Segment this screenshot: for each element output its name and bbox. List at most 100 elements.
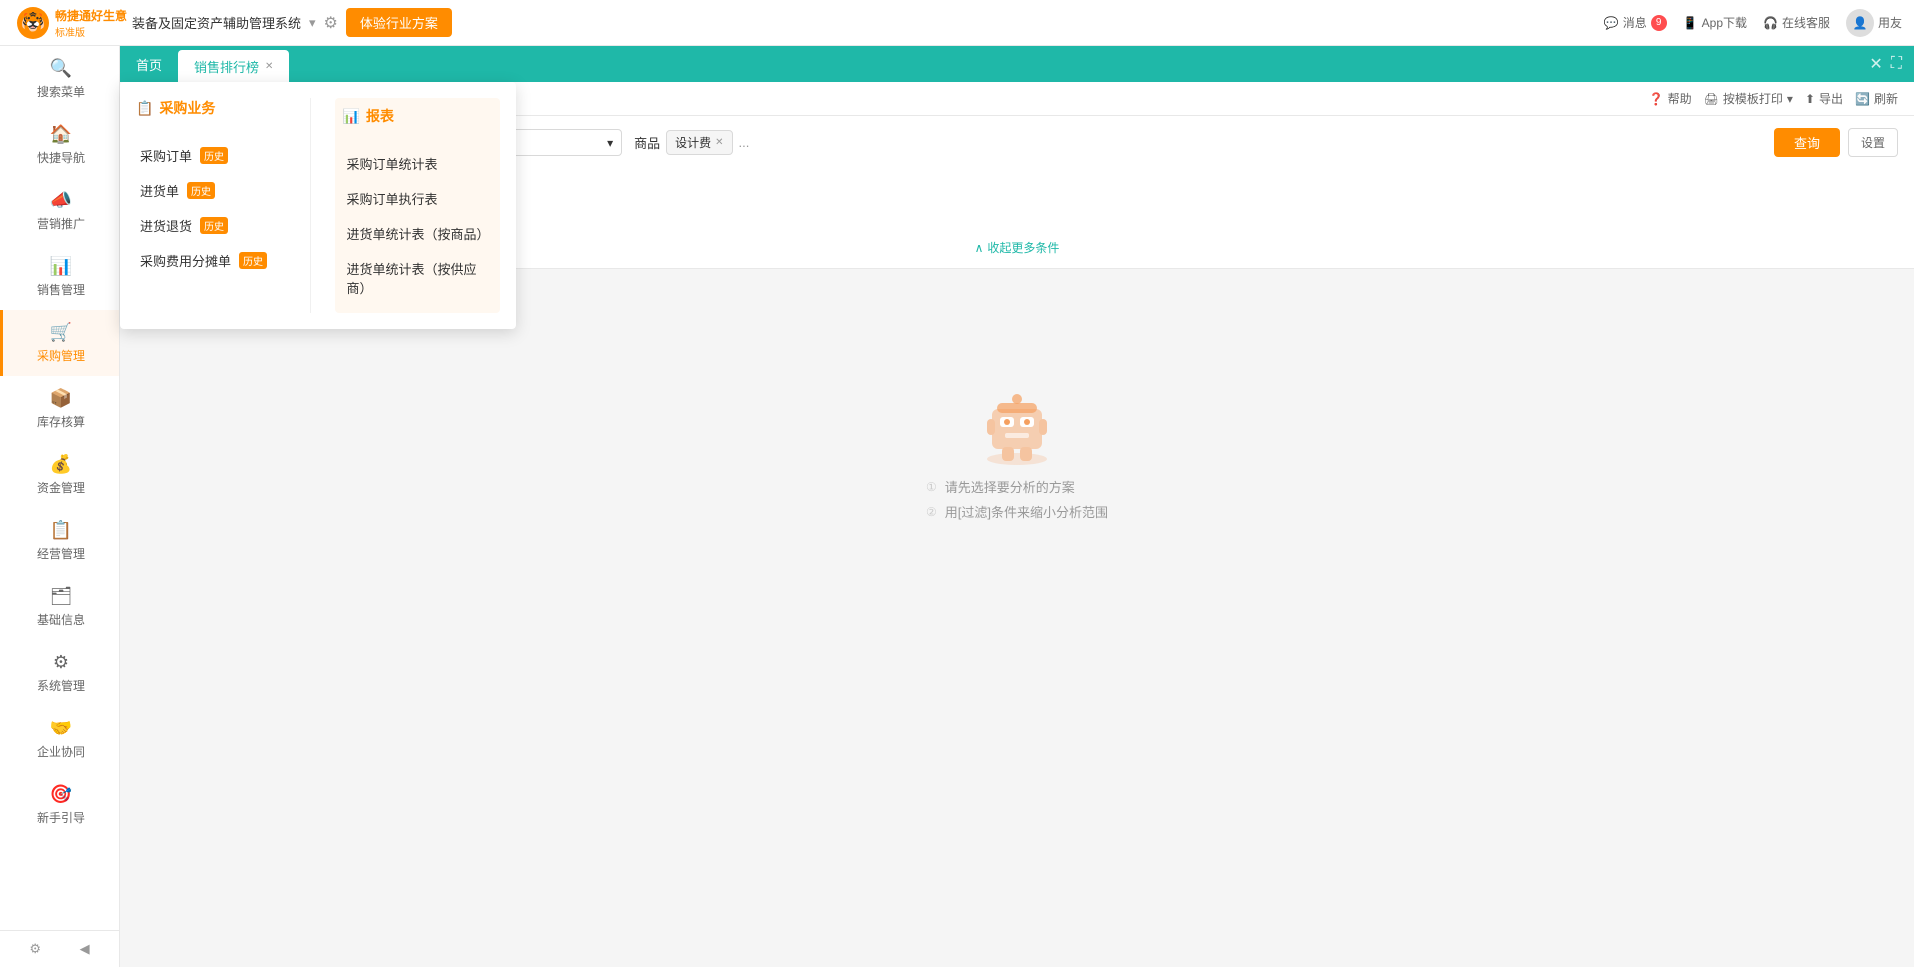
sidebar-item-operation[interactable]: 📋 经营管理 xyxy=(0,508,119,574)
empty-hint-1: 请先选择要分析的方案 xyxy=(945,477,1075,496)
message-badge: 9 xyxy=(1651,15,1667,31)
sidebar-item-finance[interactable]: 💰 资金管理 xyxy=(0,442,119,508)
system-dropdown-icon[interactable] xyxy=(309,15,316,31)
print-button[interactable]: 🖨 按模板打印 xyxy=(1704,90,1793,107)
top-bar: 🐯 畅捷通好生意 标准版 装备及固定资产辅助管理系统 ⚙ 体验行业方案 💬 消息… xyxy=(0,0,1914,46)
purchase-dropdown-menu[interactable]: 📋 采购业务 采购订单 历史 进货单 历史 进货退货 历史 采购费用分摊单 历史 xyxy=(120,82,516,329)
expense-badge: 历史 xyxy=(239,252,267,269)
report-section: 📊 报表 采购订单统计表 采购订单执行表 进货单统计表（按商品） 进货单统计表（… xyxy=(335,98,501,313)
goods-tag-close[interactable]: ✕ xyxy=(715,137,723,148)
goods-dots[interactable]: ... xyxy=(739,135,750,150)
help-button[interactable]: ❓ 帮助 xyxy=(1649,90,1692,107)
inbound-badge: 历史 xyxy=(187,182,215,199)
sidebar-item-search[interactable]: 🔍 搜索菜单 xyxy=(0,46,119,112)
headset-icon: 🎧 xyxy=(1763,16,1778,30)
chevron-up-icon: ∧ xyxy=(975,241,984,255)
system-settings-icon[interactable]: ⚙ xyxy=(324,13,338,33)
menu-item-report-1[interactable]: 采购订单统计表 xyxy=(343,146,493,181)
tab-close-icon[interactable]: ✕ xyxy=(265,61,273,72)
tab-close-all-icon[interactable]: ✕ xyxy=(1869,54,1882,74)
report-section-label: 报表 xyxy=(366,106,394,126)
sidebar-label-search: 搜索菜单 xyxy=(37,83,85,100)
collapse-button[interactable]: ∧ 收起更多条件 xyxy=(975,239,1060,256)
menu-item-report-3[interactable]: 进货单统计表（按商品） xyxy=(343,216,493,251)
sidebar-item-newbie[interactable]: 🎯 新手引导 xyxy=(0,772,119,838)
sidebar-settings-btn[interactable]: ⚙ xyxy=(29,941,41,957)
industry-button[interactable]: 体验行业方案 xyxy=(346,8,452,37)
sidebar-collapse-btn[interactable]: ◀ xyxy=(80,941,90,957)
sidebar-item-purchase[interactable]: 🛒 采购管理 xyxy=(0,310,119,376)
sidebar-item-system[interactable]: ⚙ 系统管理 xyxy=(0,640,119,706)
goods-label: 商品 xyxy=(634,133,660,152)
logo-icon: 🐯 xyxy=(17,7,49,39)
sales-icon: 📊 xyxy=(50,256,72,277)
menu-item-expense[interactable]: 采购费用分摊单 历史 xyxy=(136,243,286,278)
report-3-label: 进货单统计表（按商品） xyxy=(347,224,489,243)
empty-hint-1-row: ① 请先选择要分析的方案 xyxy=(926,477,1075,496)
newbie-icon: 🎯 xyxy=(50,784,72,805)
query-button[interactable]: 查询 xyxy=(1774,128,1840,157)
tab-home-label: 首页 xyxy=(136,55,162,74)
sidebar-item-basic[interactable]: 🗂 基础信息 xyxy=(0,574,119,640)
report-section-title: 📊 报表 xyxy=(343,106,493,134)
sidebar-label-inventory: 库存核算 xyxy=(37,413,85,430)
report-1-label: 采购订单统计表 xyxy=(347,154,438,173)
print-dropdown-icon xyxy=(1787,92,1793,106)
sidebar-label-purchase: 采购管理 xyxy=(37,347,85,364)
sidebar-label-finance: 资金管理 xyxy=(37,479,85,496)
return-label: 进货退货 xyxy=(140,216,192,235)
menu-item-report-2[interactable]: 采购订单执行表 xyxy=(343,181,493,216)
help-label: 帮助 xyxy=(1668,90,1692,107)
sidebar-item-inventory[interactable]: 📦 库存核算 xyxy=(0,376,119,442)
sidebar-item-marketing[interactable]: 📣 营销推广 xyxy=(0,178,119,244)
expense-label: 采购费用分摊单 xyxy=(140,251,231,270)
goods-filter: 商品 设计费 ✕ ... xyxy=(634,130,749,155)
filter-settings-button[interactable]: 设置 xyxy=(1848,128,1898,157)
system-name: 装备及固定资产辅助管理系统 xyxy=(132,13,301,32)
tab-sales-rank[interactable]: 销售排行榜 ✕ xyxy=(178,50,289,82)
service-action[interactable]: 🎧 在线客服 xyxy=(1763,14,1830,31)
menu-item-inbound[interactable]: 进货单 历史 xyxy=(136,173,286,208)
menu-item-report-4[interactable]: 进货单统计表（按供应商） xyxy=(343,251,493,305)
refresh-button[interactable]: 🔄 刷新 xyxy=(1855,90,1898,107)
sidebar-label-operation: 经营管理 xyxy=(37,545,85,562)
tab-home[interactable]: 首页 xyxy=(120,46,178,82)
report-2-label: 采购订单执行表 xyxy=(347,189,438,208)
tab-fullscreen-icon[interactable]: ⛶ xyxy=(1891,55,1902,73)
finance-icon: 💰 xyxy=(50,454,72,475)
goods-tag-value: 设计费 xyxy=(675,134,711,151)
tab-sales-rank-label: 销售排行榜 xyxy=(194,57,259,76)
system-info: 装备及固定资产辅助管理系统 ⚙ 体验行业方案 xyxy=(132,8,1604,37)
export-button[interactable]: ⬆ 导出 xyxy=(1805,90,1843,107)
empty-hint-2: 用[过滤]条件来缩小分析范围 xyxy=(945,502,1108,521)
sidebar: 🔍 搜索菜单 🏠 快捷导航 📣 营销推广 📊 销售管理 🛒 采购管理 📦 库存核… xyxy=(0,46,120,967)
purchase-section-label: 采购业务 xyxy=(159,98,215,118)
refresh-icon: 🔄 xyxy=(1855,92,1870,106)
collapse-label: 收起更多条件 xyxy=(987,239,1059,256)
help-icon: ❓ xyxy=(1649,92,1664,106)
message-icon: 💬 xyxy=(1604,16,1619,30)
menu-item-return[interactable]: 进货退货 历史 xyxy=(136,208,286,243)
sidebar-item-enterprise[interactable]: 🤝 企业协同 xyxy=(0,706,119,772)
sidebar-label-quicknav: 快捷导航 xyxy=(37,149,85,166)
app-action[interactable]: 📱 App下载 xyxy=(1683,14,1747,31)
brand-name: 畅捷通好生意 xyxy=(55,7,127,24)
purchase-section-title: 📋 采购业务 xyxy=(136,98,286,126)
brand-version: 标准版 xyxy=(55,24,127,39)
user-action[interactable]: 👤 用友 xyxy=(1846,9,1902,37)
inventory-icon: 📦 xyxy=(50,388,72,409)
sidebar-label-basic: 基础信息 xyxy=(37,611,85,628)
message-action[interactable]: 💬 消息 9 xyxy=(1604,14,1667,31)
sidebar-label-newbie: 新手引导 xyxy=(37,809,85,826)
sidebar-item-sales[interactable]: 📊 销售管理 xyxy=(0,244,119,310)
top-bar-right: 💬 消息 9 📱 App下载 🎧 在线客服 👤 用友 xyxy=(1604,9,1902,37)
refresh-label: 刷新 xyxy=(1874,90,1898,107)
print-label: 按模板打印 xyxy=(1723,90,1783,107)
menu-item-purchase-order[interactable]: 采购订单 历史 xyxy=(136,138,286,173)
return-badge: 历史 xyxy=(200,217,228,234)
home-icon: 🏠 xyxy=(50,124,72,145)
phone-icon: 📱 xyxy=(1683,16,1698,30)
basic-icon: 🗂 xyxy=(50,586,73,607)
operation-icon: 📋 xyxy=(50,520,72,541)
sidebar-item-quicknav[interactable]: 🏠 快捷导航 xyxy=(0,112,119,178)
